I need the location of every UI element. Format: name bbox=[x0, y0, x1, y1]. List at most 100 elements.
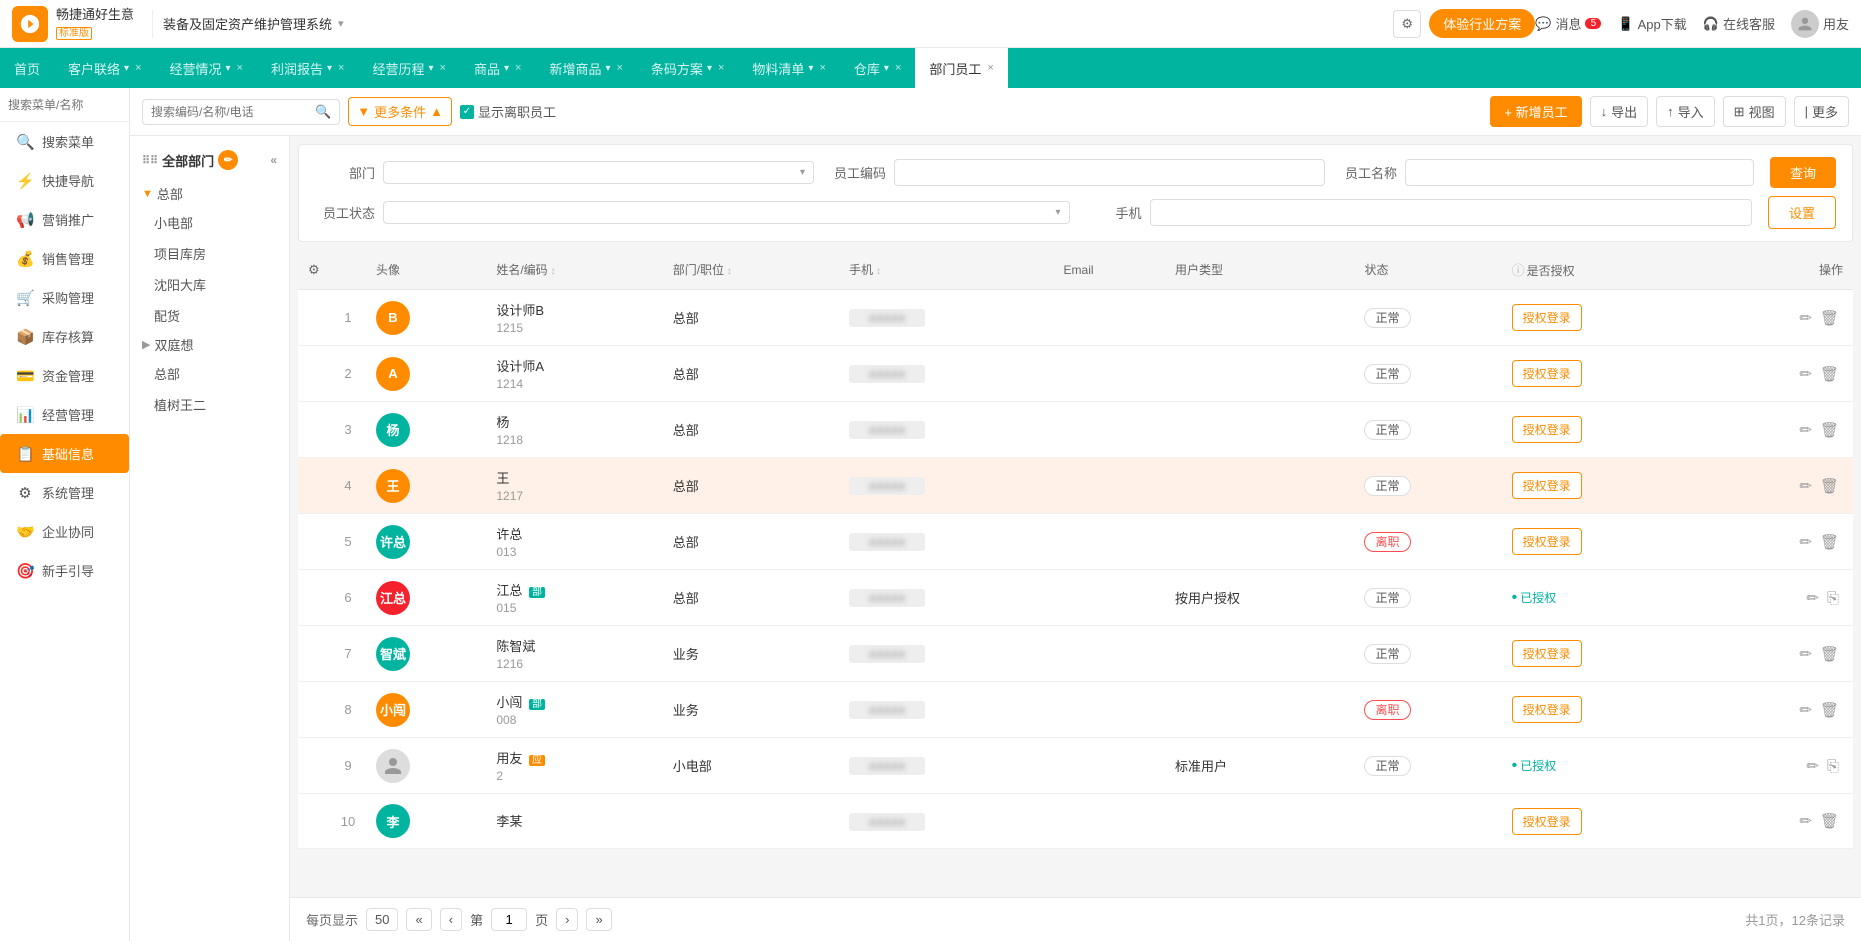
dept-item-zhishu[interactable]: 植树王二 bbox=[130, 389, 289, 420]
system-dropdown-arrow[interactable]: ▾ bbox=[338, 17, 344, 30]
auth-button[interactable]: 授权登录 bbox=[1512, 808, 1582, 835]
dept-item-peihuo[interactable]: 配货 bbox=[130, 300, 289, 331]
user-menu[interactable]: 用友 bbox=[1791, 10, 1849, 38]
dept-item-xiaodian[interactable]: 小电部 bbox=[130, 207, 289, 238]
edit-button[interactable]: ✏ bbox=[1795, 419, 1816, 441]
dept-edit-icon[interactable]: ✏ bbox=[218, 150, 238, 170]
toolbar: 🔍 ▼ 更多条件 ▲ ✓ 显示离职员工 + 新增员工 ↓ 导出 ↑ 导入 bbox=[130, 88, 1861, 136]
delete-button[interactable]: 🗑 bbox=[1816, 475, 1843, 497]
sidebar-item-inventory[interactable]: 📦 库存核算 bbox=[0, 317, 129, 356]
auth-button[interactable]: 授权登录 bbox=[1512, 528, 1582, 555]
search-input[interactable] bbox=[151, 105, 311, 119]
next-page-button[interactable]: › bbox=[556, 908, 578, 931]
tab-warehouse[interactable]: 仓库 ▾ × bbox=[840, 48, 915, 88]
dept-group-shuang[interactable]: ▶ 双庭想 bbox=[130, 331, 289, 358]
dept-group-hq[interactable]: ▼ 总部 bbox=[130, 180, 289, 207]
delete-button[interactable]: 🗑 bbox=[1816, 699, 1843, 721]
sidebar-search-input[interactable] bbox=[8, 98, 130, 112]
col-dept-pos[interactable]: 部门/职位 bbox=[663, 250, 839, 290]
edit-button[interactable]: ✏ bbox=[1795, 810, 1816, 832]
online-service-button[interactable]: 🎧 在线客服 bbox=[1703, 14, 1775, 33]
gear-icon[interactable]: ⚙ bbox=[308, 262, 320, 277]
delete-button[interactable]: 🗑 bbox=[1816, 810, 1843, 832]
delete-button[interactable]: 🗑 bbox=[1816, 307, 1843, 329]
filter-phone-input[interactable] bbox=[1150, 199, 1752, 226]
sidebar-item-search-menu[interactable]: 🔍 搜索菜单 bbox=[0, 122, 129, 161]
app-download-button[interactable]: 📱 App下载 bbox=[1617, 14, 1686, 33]
show-inactive-checkbox[interactable]: ✓ bbox=[460, 105, 474, 119]
delete-button[interactable]: 🗑 bbox=[1816, 363, 1843, 385]
tab-add-goods[interactable]: 新增商品 ▾ × bbox=[535, 48, 636, 88]
dept-item-zongbu[interactable]: 总部 bbox=[130, 358, 289, 389]
filter-empname-input[interactable] bbox=[1405, 159, 1754, 186]
view-button[interactable]: ⊞ 视图 bbox=[1723, 96, 1786, 127]
tab-bom[interactable]: 物料清单 ▾ × bbox=[738, 48, 839, 88]
add-employee-button[interactable]: + 新增员工 bbox=[1490, 96, 1581, 127]
delete-button[interactable]: 🗑 bbox=[1816, 643, 1843, 665]
clone-button[interactable]: ⎘ bbox=[1823, 756, 1843, 777]
delete-button[interactable]: 🗑 bbox=[1816, 531, 1843, 553]
edit-button[interactable]: ✏ bbox=[1795, 475, 1816, 497]
sidebar-item-management[interactable]: 📊 经营管理 bbox=[0, 395, 129, 434]
tab-barcode[interactable]: 条码方案 ▾ × bbox=[637, 48, 738, 88]
sidebar-item-basic-info[interactable]: 📋 基础信息 bbox=[0, 434, 129, 473]
edit-button[interactable]: ✏ bbox=[1802, 587, 1823, 609]
tab-employees[interactable]: 部门员工 × bbox=[915, 48, 1007, 88]
per-page-value[interactable]: 50 bbox=[366, 908, 398, 931]
table-head: ⚙ 头像 姓名/编码 部门/职位 手机 Email 用户类型 状态 ⓘ是否授权 bbox=[298, 250, 1853, 290]
query-button[interactable]: 查询 bbox=[1770, 157, 1836, 188]
tab-profit[interactable]: 利润报告 ▾ × bbox=[257, 48, 358, 88]
show-inactive-toggle[interactable]: ✓ 显示离职员工 bbox=[460, 102, 556, 121]
auth-button[interactable]: 授权登录 bbox=[1512, 472, 1582, 499]
edit-button[interactable]: ✏ bbox=[1795, 531, 1816, 553]
col-phone[interactable]: 手机 bbox=[839, 250, 1054, 290]
auth-button[interactable]: 授权登录 bbox=[1512, 640, 1582, 667]
edit-button[interactable]: ✏ bbox=[1795, 699, 1816, 721]
tab-customer[interactable]: 客户联络 ▾ × bbox=[54, 48, 155, 88]
first-page-button[interactable]: « bbox=[406, 908, 431, 931]
set-button[interactable]: 设置 bbox=[1768, 196, 1836, 229]
filter-empcode-input[interactable] bbox=[894, 159, 1325, 186]
tab-history[interactable]: 经营历程 ▾ × bbox=[358, 48, 459, 88]
dept-item-project[interactable]: 项目库房 bbox=[130, 238, 289, 269]
delete-button[interactable]: 🗑 bbox=[1816, 419, 1843, 441]
edit-button[interactable]: ✏ bbox=[1795, 363, 1816, 385]
filter-status-select[interactable]: ▾ bbox=[383, 201, 1070, 224]
sidebar-item-sales[interactable]: 💰 销售管理 bbox=[0, 239, 129, 278]
tab-operation[interactable]: 经营情况 ▾ × bbox=[156, 48, 257, 88]
messages-button[interactable]: 💬 消息 5 bbox=[1535, 14, 1601, 33]
auth-button[interactable]: 授权登录 bbox=[1512, 360, 1582, 387]
sidebar-item-system[interactable]: ⚙ 系统管理 bbox=[0, 473, 129, 512]
filter-dept-select[interactable]: ▾ bbox=[383, 161, 814, 184]
headset-icon: 🎧 bbox=[1703, 16, 1719, 32]
sidebar-item-purchase[interactable]: 🛒 采购管理 bbox=[0, 278, 129, 317]
page-input[interactable] bbox=[491, 908, 527, 931]
sidebar-item-finance[interactable]: 💳 资金管理 bbox=[0, 356, 129, 395]
trial-button[interactable]: 体验行业方案 bbox=[1429, 9, 1535, 38]
last-page-button[interactable]: » bbox=[586, 908, 611, 931]
tab-home[interactable]: 首页 bbox=[0, 48, 54, 88]
edit-button[interactable]: ✏ bbox=[1795, 307, 1816, 329]
dept-collapse-icon[interactable]: « bbox=[270, 153, 277, 167]
row-status: 正常 bbox=[1354, 290, 1501, 346]
auth-button[interactable]: 授权登录 bbox=[1512, 416, 1582, 443]
dept-header[interactable]: ⠿⠿ 全部部门 ✏ « bbox=[130, 144, 289, 176]
sidebar-item-marketing[interactable]: 📢 营销推广 bbox=[0, 200, 129, 239]
more-filter-button[interactable]: ▼ 更多条件 ▲ bbox=[348, 97, 452, 126]
import-button[interactable]: ↑ 导入 bbox=[1656, 96, 1715, 127]
tab-goods[interactable]: 商品 ▾ × bbox=[460, 48, 535, 88]
sidebar-item-guide[interactable]: 🎯 新手引导 bbox=[0, 551, 129, 590]
col-name-code[interactable]: 姓名/编码 bbox=[486, 250, 662, 290]
export-button[interactable]: ↓ 导出 bbox=[1590, 96, 1649, 127]
sidebar-item-shortcuts[interactable]: ⚡ 快捷导航 bbox=[0, 161, 129, 200]
edit-button[interactable]: ✏ bbox=[1795, 643, 1816, 665]
prev-page-button[interactable]: ‹ bbox=[440, 908, 462, 931]
auth-button[interactable]: 授权登录 bbox=[1512, 696, 1582, 723]
sidebar-item-collab[interactable]: 🤝 企业协同 bbox=[0, 512, 129, 551]
gear-button[interactable]: ⚙ bbox=[1393, 10, 1421, 38]
auth-button[interactable]: 授权登录 bbox=[1512, 304, 1582, 331]
clone-button[interactable]: ⎘ bbox=[1823, 588, 1843, 609]
dept-item-shenyang[interactable]: 沈阳大库 bbox=[130, 269, 289, 300]
more-button[interactable]: | 更多 bbox=[1794, 96, 1849, 127]
edit-button[interactable]: ✏ bbox=[1802, 755, 1823, 777]
